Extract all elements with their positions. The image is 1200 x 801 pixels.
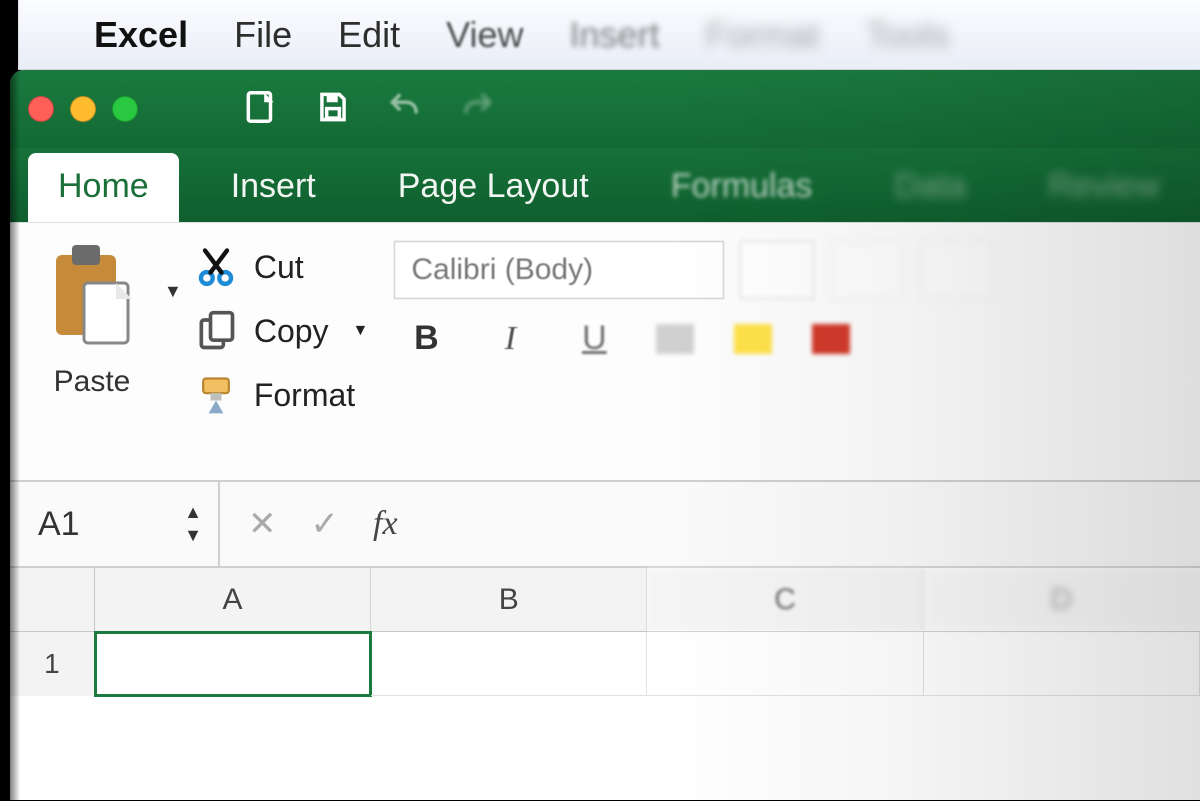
insert-function-button[interactable]: fx (373, 505, 398, 543)
menu-tools[interactable]: Tools (866, 14, 950, 56)
bold-button[interactable]: B (404, 319, 448, 358)
menu-edit[interactable]: Edit (338, 14, 400, 56)
column-header-b[interactable]: B (371, 568, 647, 631)
tab-home[interactable]: Home (28, 153, 179, 222)
cell-d1[interactable] (924, 632, 1200, 696)
paste-dropdown-icon[interactable]: ▼ (164, 281, 182, 302)
menu-format[interactable]: Format (706, 14, 820, 56)
tab-page-layout[interactable]: Page Layout (368, 153, 619, 222)
copy-button[interactable]: Copy ▼ (194, 309, 369, 353)
minimize-window-button[interactable] (70, 96, 96, 122)
close-window-button[interactable] (28, 96, 54, 122)
window-controls (28, 96, 138, 122)
cell-c1[interactable] (647, 632, 923, 696)
font-size-combo[interactable] (740, 241, 814, 299)
name-box-stepper-icon[interactable]: ▲▼ (184, 502, 202, 546)
cell-a1[interactable] (95, 632, 371, 696)
redo-icon[interactable] (458, 88, 496, 131)
font-color-button[interactable] (812, 324, 850, 354)
cut-label: Cut (254, 249, 304, 286)
save-icon[interactable] (314, 88, 352, 131)
paste-label: Paste (54, 365, 131, 399)
undo-icon[interactable] (386, 88, 424, 131)
app-name[interactable]: Excel (94, 14, 188, 56)
tab-insert[interactable]: Insert (201, 153, 346, 222)
decrease-font-button[interactable] (920, 241, 994, 299)
enter-formula-icon[interactable]: ✓ (311, 504, 340, 544)
quick-access-toolbar (242, 88, 496, 131)
font-name-combo[interactable]: Calibri (Body) (394, 241, 724, 299)
menu-view[interactable]: View (446, 14, 523, 56)
column-headers: A B C D (10, 568, 1200, 632)
copy-dropdown-icon[interactable]: ▼ (353, 322, 369, 340)
tab-review[interactable]: Review (1018, 153, 1189, 222)
cell-b1[interactable] (371, 632, 647, 696)
format-painter-label: Format (254, 377, 355, 414)
macos-menubar: Excel File Edit View Insert Format Tools (18, 0, 1200, 70)
name-box[interactable]: A1 ▲▼ (10, 482, 220, 566)
clipboard-group: Paste ▼ Cut (32, 239, 368, 468)
new-workbook-icon[interactable] (242, 88, 280, 131)
name-box-value: A1 (38, 505, 80, 544)
select-all-corner[interactable] (10, 568, 95, 631)
cut-button[interactable]: Cut (194, 245, 369, 289)
paste-button[interactable]: Paste (32, 239, 152, 399)
font-group: Calibri (Body) B I U (394, 239, 1190, 468)
window-titlebar (10, 70, 1200, 148)
font-name-value: Calibri (Body) (411, 253, 593, 287)
tab-data[interactable]: Data (864, 153, 996, 222)
column-header-a[interactable]: A (95, 568, 371, 631)
tab-formulas[interactable]: Formulas (641, 153, 843, 222)
border-button[interactable] (656, 324, 694, 354)
menu-file[interactable]: File (234, 14, 292, 56)
italic-button[interactable]: I (488, 320, 532, 358)
spreadsheet-grid[interactable]: A B C D 1 (10, 568, 1200, 800)
column-header-d[interactable]: D (924, 568, 1200, 631)
zoom-window-button[interactable] (112, 96, 138, 122)
ribbon-home-panel: Paste ▼ Cut (10, 222, 1200, 482)
format-painter-button[interactable]: Format (194, 373, 369, 417)
menu-insert[interactable]: Insert (570, 14, 660, 56)
increase-font-button[interactable] (830, 241, 904, 299)
row-header-1[interactable]: 1 (10, 632, 95, 696)
cancel-formula-icon[interactable]: ✕ (248, 504, 277, 544)
underline-button[interactable]: U (572, 319, 616, 358)
column-header-c[interactable]: C (647, 568, 923, 631)
excel-window: Home Insert Page Layout Formulas Data Re… (10, 70, 1200, 800)
ribbon-tabs: Home Insert Page Layout Formulas Data Re… (10, 148, 1200, 222)
copy-label: Copy (254, 313, 329, 350)
formula-bar-row: A1 ▲▼ ✕ ✓ fx (10, 482, 1200, 568)
fill-color-button[interactable] (734, 324, 772, 354)
